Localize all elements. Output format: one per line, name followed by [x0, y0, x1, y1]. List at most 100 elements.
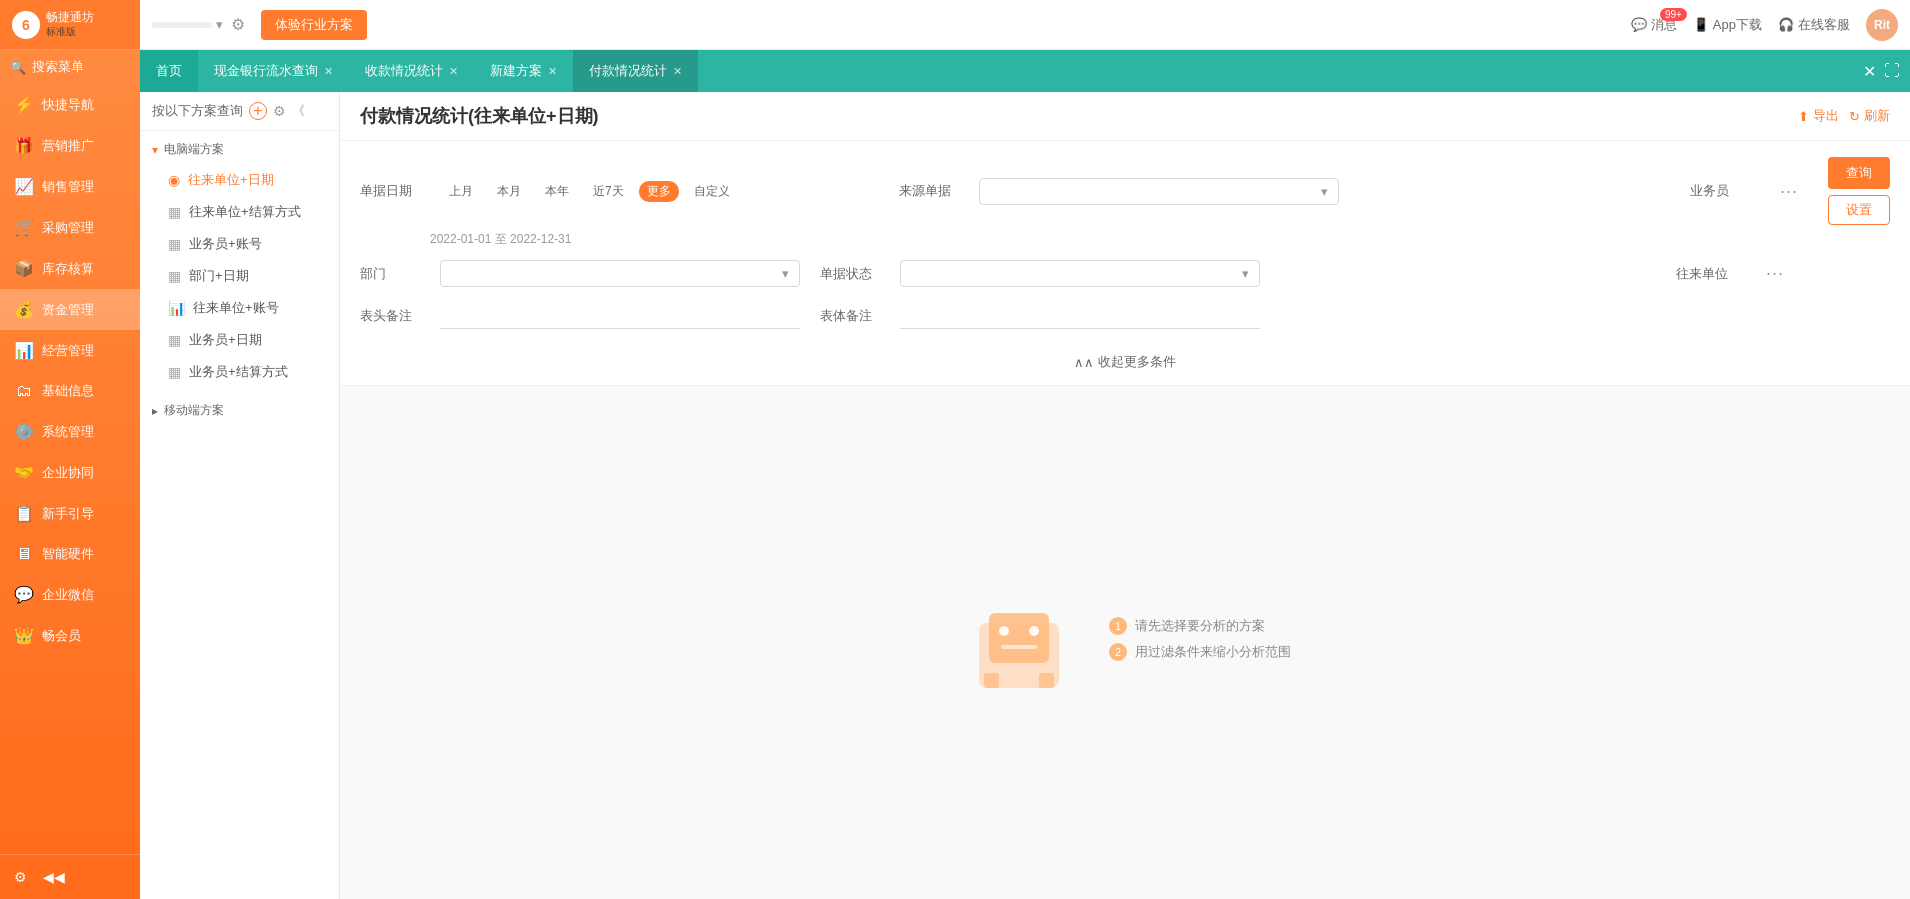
source-select[interactable] [979, 178, 1339, 205]
scheme-item-partner-date[interactable]: ◉ 往来单位+日期 [140, 164, 339, 196]
scheme-item-partner-payment[interactable]: ▦ 往来单位+结算方式 [140, 196, 339, 228]
tab-new-plan[interactable]: 新建方案 ✕ [474, 50, 573, 92]
messages-btn[interactable]: 💬 消息 99+ [1631, 16, 1677, 34]
sidebar-collapse-btn[interactable]: ◀◀ [39, 865, 69, 889]
scheme-item-staff-date[interactable]: ▦ 业务员+日期 [140, 324, 339, 356]
tab-bank[interactable]: 现金银行流水查询 ✕ [198, 50, 349, 92]
scheme-item-partner-account[interactable]: 📊 往来单位+账号 [140, 292, 339, 324]
tab-new-plan-close[interactable]: ✕ [548, 65, 557, 78]
svg-rect-1 [989, 613, 1049, 663]
scheme-item-icon-staff-date: ▦ [168, 332, 181, 348]
partner-label: 往来单位 [1676, 265, 1736, 283]
scheme-panel: 按以下方案查询 + ⚙ 《 电脑端方案 ◉ 往来单位+日期 ▦ [140, 92, 340, 899]
sidebar-item-basic[interactable]: 🗂 基础信息 [0, 371, 140, 411]
export-icon: ⬆ [1798, 109, 1809, 124]
tab-receipt[interactable]: 收款情况统计 ✕ [349, 50, 474, 92]
scheme-item-staff-account[interactable]: ▦ 业务员+账号 [140, 228, 339, 260]
sidebar-item-quick-nav[interactable]: ⚡ 快捷导航 [0, 84, 140, 125]
empty-text: 1 请先选择要分析的方案 2 用过滤条件来缩小分析范围 [1109, 617, 1291, 669]
sidebar-item-operations[interactable]: 📊 经营管理 [0, 330, 140, 371]
staff-label: 业务员 [1690, 182, 1750, 200]
sidebar-item-vip[interactable]: 👑 畅会员 [0, 615, 140, 656]
custom-date-btn[interactable]: 自定义 [685, 179, 739, 204]
tab-bank-close[interactable]: ✕ [324, 65, 333, 78]
operations-icon: 📊 [14, 341, 34, 360]
sales-icon: 📈 [14, 177, 34, 196]
user-name [152, 22, 212, 28]
sidebar-item-inventory[interactable]: 📦 库存核算 [0, 248, 140, 289]
dept-chevron-icon [782, 266, 789, 281]
message-icon: 💬 [1631, 17, 1647, 32]
sidebar-item-enterprise[interactable]: 🤝 企业协同 [0, 452, 140, 493]
export-btn[interactable]: ⬆ 导出 [1798, 107, 1839, 125]
filter-row-2: 部门 单据状态 往来单位 ··· [360, 258, 1890, 289]
pc-group-header[interactable]: 电脑端方案 [140, 135, 339, 164]
sidebar-nav: ⚡ 快捷导航 🎁 营销推广 📈 销售管理 🛒 采购管理 📦 库存核算 💰 资金管… [0, 84, 140, 854]
scheme-item-staff-pay[interactable]: ▦ 业务员+结算方式 [140, 356, 339, 388]
inventory-icon: 📦 [14, 259, 34, 278]
tab-payment-close[interactable]: ✕ [673, 65, 682, 78]
this-month-btn[interactable]: 本月 [488, 179, 530, 204]
this-year-btn[interactable]: 本年 [536, 179, 578, 204]
query-actions: 查询 设置 [1828, 157, 1890, 225]
tab-payment[interactable]: 付款情况统计 ✕ [573, 50, 698, 92]
mobile-group-header[interactable]: 移动端方案 [140, 396, 339, 425]
pc-scheme-group: 电脑端方案 ◉ 往来单位+日期 ▦ 往来单位+结算方式 ▦ 业务员+账号 ▦ 部… [140, 131, 339, 392]
basic-icon: 🗂 [14, 382, 34, 400]
settings-icon[interactable]: ⚙ [231, 15, 245, 34]
dept-select[interactable] [440, 260, 800, 287]
tab-fullscreen-icon[interactable]: ⛶ [1884, 62, 1900, 80]
avatar[interactable]: Rit [1866, 9, 1898, 41]
tab-receipt-close[interactable]: ✕ [449, 65, 458, 78]
sidebar-item-wechat[interactable]: 💬 企业微信 [0, 574, 140, 615]
body-note-input[interactable] [900, 303, 1260, 329]
scheme-collapse-btn[interactable]: 《 [292, 102, 305, 120]
scheme-item-dept-date[interactable]: ▦ 部门+日期 [140, 260, 339, 292]
scheme-item-icon-dept-date: ▦ [168, 268, 181, 284]
app-download-btn[interactable]: 📱 App下载 [1693, 16, 1762, 34]
sidebar-item-capital[interactable]: 💰 资金管理 [0, 289, 140, 330]
collapse-btn[interactable]: ∧∧ 收起更多条件 [1074, 353, 1176, 371]
beginner-icon: 📋 [14, 504, 34, 523]
scheme-add-icon[interactable]: + [249, 102, 267, 120]
sidebar-item-purchase[interactable]: 🛒 采购管理 [0, 207, 140, 248]
more-date-btn[interactable]: 更多 [639, 181, 679, 202]
empty-illustration [959, 593, 1079, 693]
sidebar-item-hardware[interactable]: 🖥 智能硬件 [0, 534, 140, 574]
main-panel: 付款情况统计(往来单位+日期) ⬆ 导出 ↻ 刷新 单据日期 [340, 92, 1910, 899]
top-header: ⚙ 体验行业方案 💬 消息 99+ 📱 App下载 🎧 在线客服 Rit [140, 0, 1910, 50]
sidebar-item-marketing[interactable]: 🎁 营销推广 [0, 125, 140, 166]
header-note-label: 表头备注 [360, 307, 420, 325]
query-btn[interactable]: 查询 [1828, 157, 1890, 189]
staff-dots[interactable]: ··· [1770, 176, 1808, 207]
header-note-input[interactable] [440, 303, 800, 329]
sidebar-item-beginner[interactable]: 📋 新手引导 [0, 493, 140, 534]
message-badge: 99+ [1660, 8, 1687, 21]
last-month-btn[interactable]: 上月 [440, 179, 482, 204]
partner-dots[interactable]: ··· [1756, 258, 1794, 289]
user-dropdown-btn[interactable] [216, 17, 223, 32]
page-title: 付款情况统计(往来单位+日期) [360, 104, 1798, 128]
sidebar-item-system[interactable]: ⚙️ 系统管理 [0, 411, 140, 452]
mobile-group-chevron [152, 404, 158, 418]
page-title-bar: 付款情况统计(往来单位+日期) ⬆ 导出 ↻ 刷新 [340, 92, 1910, 141]
search-menu[interactable]: 🔍 搜索菜单 [0, 50, 140, 84]
sidebar-item-sales[interactable]: 📈 销售管理 [0, 166, 140, 207]
date-range-text: 2022-01-01 至 2022-12-31 [430, 232, 571, 246]
source-label: 来源单据 [899, 182, 959, 200]
quick-nav-icon: ⚡ [14, 95, 34, 114]
sidebar-settings-btn[interactable]: ⚙ [10, 865, 31, 889]
body-note-label: 表体备注 [820, 307, 880, 325]
scheme-header-actions: + ⚙ 《 [249, 102, 305, 120]
scheme-settings-icon[interactable]: ⚙ [273, 103, 286, 119]
tab-home[interactable]: 首页 [140, 50, 198, 92]
filter-settings-btn[interactable]: 设置 [1828, 195, 1890, 225]
voucher-status-select[interactable] [900, 260, 1260, 287]
logo-icon: 6 [12, 11, 40, 39]
trial-btn[interactable]: 体验行业方案 [261, 10, 367, 40]
tab-close-all-icon[interactable]: ✕ [1863, 62, 1876, 81]
vip-icon: 👑 [14, 626, 34, 645]
refresh-btn[interactable]: ↻ 刷新 [1849, 107, 1890, 125]
online-service-btn[interactable]: 🎧 在线客服 [1778, 16, 1850, 34]
last-7days-btn[interactable]: 近7天 [584, 179, 633, 204]
